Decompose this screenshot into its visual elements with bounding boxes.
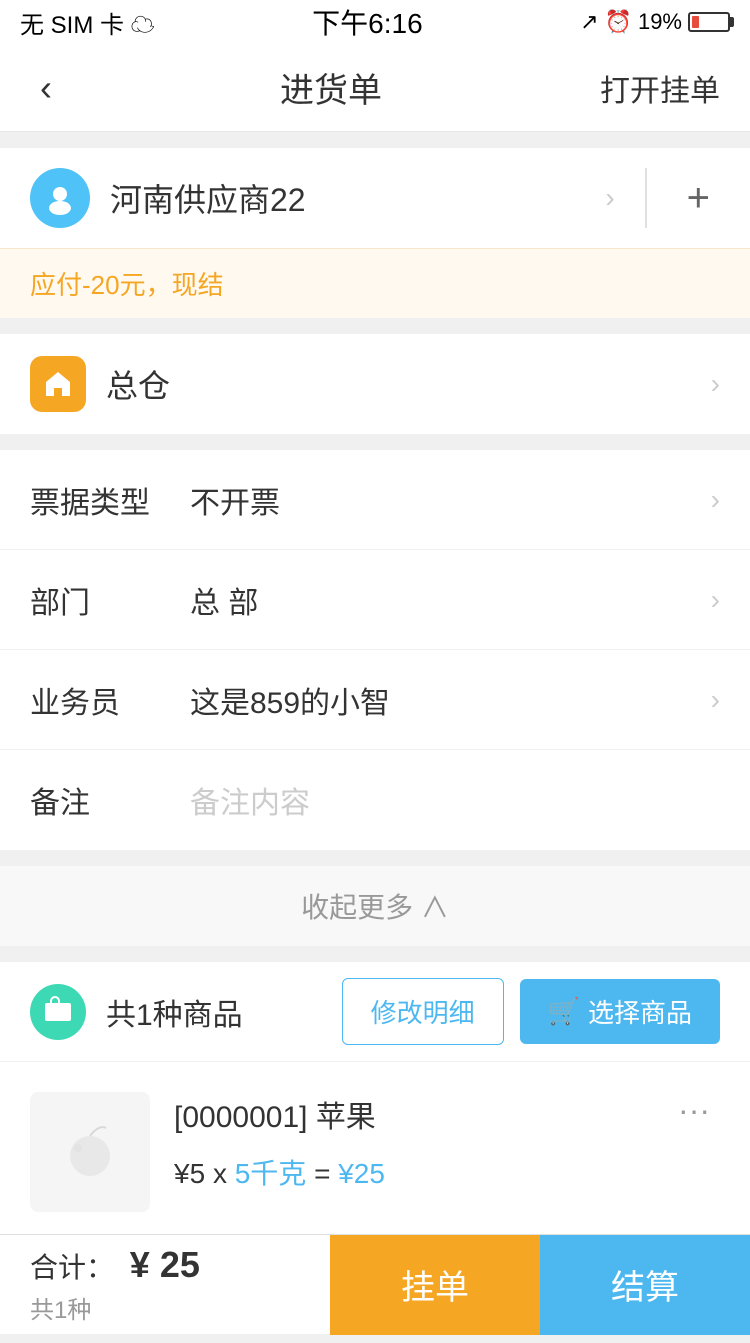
supplier-row[interactable]: 河南供应商22 › + xyxy=(0,148,750,248)
product-thumbnail xyxy=(30,1092,150,1212)
warehouse-row[interactable]: 总仓 › xyxy=(0,334,750,434)
quantity: 5千克 xyxy=(235,1158,307,1189)
status-right: ↗ ⏰ 19% xyxy=(580,9,730,35)
location-icon: ↗ xyxy=(580,9,598,35)
select-product-label: 选择商品 xyxy=(588,993,692,1030)
warehouse-name: 总仓 xyxy=(106,361,711,407)
battery-icon xyxy=(688,12,730,32)
remark-row[interactable]: 备注 备注内容 xyxy=(0,750,750,850)
select-product-icon: 🛒 xyxy=(548,996,580,1027)
unit-price: ¥5 xyxy=(174,1158,205,1189)
dept-value: 总 部 xyxy=(170,578,711,622)
product-count-icon xyxy=(30,984,86,1040)
sales-label: 业务员 xyxy=(30,678,170,722)
content: 河南供应商22 › + 应付-20元，现结 总仓 › 票据类型 不开票 › 部门… xyxy=(0,148,750,1343)
footer: 合计： ¥ 25 共1种 挂单 结算 xyxy=(0,1234,750,1334)
warehouse-card: 总仓 › xyxy=(0,334,750,434)
status-left: 无 SIM 卡 ☁ xyxy=(20,5,155,40)
dept-chevron-icon: › xyxy=(711,584,720,616)
settle-button[interactable]: 结算 xyxy=(540,1235,750,1335)
remark-label: 备注 xyxy=(30,778,170,822)
invoice-value: 不开票 xyxy=(170,478,711,522)
product-title: 苹果 xyxy=(316,1101,376,1134)
invoice-label: 票据类型 xyxy=(30,478,170,522)
status-bar: 无 SIM 卡 ☁ 下午6:16 ↗ ⏰ 19% xyxy=(0,0,750,44)
back-button[interactable]: ‹ xyxy=(30,57,62,119)
sales-value: 这是859的小智 xyxy=(170,678,711,722)
nav-bar: ‹ 进货单 打开挂单 xyxy=(0,44,750,132)
total-count: 共1种 xyxy=(30,1290,300,1325)
supplier-name: 河南供应商22 xyxy=(110,175,605,221)
status-time: 下午6:16 xyxy=(312,2,423,42)
product-total: ¥25 xyxy=(338,1158,385,1189)
house-icon xyxy=(42,368,74,400)
product-name: [0000001] 苹果 xyxy=(174,1092,668,1136)
select-product-button[interactable]: 🛒 选择商品 xyxy=(520,979,720,1044)
warehouse-chevron-icon: › xyxy=(711,368,720,400)
warehouse-icon xyxy=(30,356,86,412)
supplier-avatar xyxy=(30,168,90,228)
dept-row[interactable]: 部门 总 部 › xyxy=(0,550,750,650)
person-icon xyxy=(42,180,78,216)
hang-button[interactable]: 挂单 xyxy=(330,1235,540,1335)
product-header: 共1种商品 修改明细 🛒 选择商品 xyxy=(0,962,750,1062)
sales-chevron-icon: › xyxy=(711,684,720,716)
dept-label: 部门 xyxy=(30,578,170,622)
total-line1: 合计： ¥ 25 xyxy=(30,1244,300,1286)
chevron-right-icon: › xyxy=(605,182,614,214)
collapse-button[interactable]: 收起更多 ∧ xyxy=(0,866,750,946)
remark-input[interactable]: 备注内容 xyxy=(170,778,720,822)
supplier-card: 河南供应商22 › + 应付-20元，现结 xyxy=(0,148,750,318)
total-amount: ¥ 25 xyxy=(130,1244,200,1285)
invoice-chevron-icon: › xyxy=(711,484,720,516)
multiply-sign: x xyxy=(213,1158,235,1189)
form-card: 票据类型 不开票 › 部门 总 部 › 业务员 这是859的小智 › 备注 备注… xyxy=(0,450,750,850)
alarm-icon: ⏰ xyxy=(605,9,632,35)
product-more-button[interactable]: ··· xyxy=(668,1092,720,1129)
equals-sign: = xyxy=(314,1158,338,1189)
footer-total: 合计： ¥ 25 共1种 xyxy=(0,1244,330,1325)
open-hang-button[interactable]: 打开挂单 xyxy=(600,66,720,110)
total-label: 合计： xyxy=(30,1252,114,1283)
product-count-text: 共1种商品 xyxy=(106,990,342,1034)
battery-percent: 19% xyxy=(638,9,682,35)
sales-row[interactable]: 业务员 这是859的小智 › xyxy=(0,650,750,750)
sim-status: 无 SIM 卡 ☁ xyxy=(20,5,155,40)
product-item: [0000001] 苹果 ¥5 x 5千克 = ¥25 ··· xyxy=(0,1062,750,1243)
divider xyxy=(645,168,647,228)
notice-banner: 应付-20元，现结 xyxy=(0,248,750,318)
page-title: 进货单 xyxy=(280,63,382,112)
product-price: ¥5 x 5千克 = ¥25 xyxy=(174,1152,668,1192)
add-button[interactable]: + xyxy=(677,166,720,231)
product-section: 共1种商品 修改明细 🛒 选择商品 [0000001] 苹果 xyxy=(0,962,750,1243)
product-info: [0000001] 苹果 ¥5 x 5千克 = ¥25 xyxy=(174,1092,668,1192)
edit-detail-button[interactable]: 修改明细 xyxy=(342,978,504,1045)
product-code: [0000001] xyxy=(174,1101,307,1134)
invoice-row[interactable]: 票据类型 不开票 › xyxy=(0,450,750,550)
cart-icon xyxy=(41,995,75,1029)
product-thumb-icon xyxy=(58,1120,122,1184)
